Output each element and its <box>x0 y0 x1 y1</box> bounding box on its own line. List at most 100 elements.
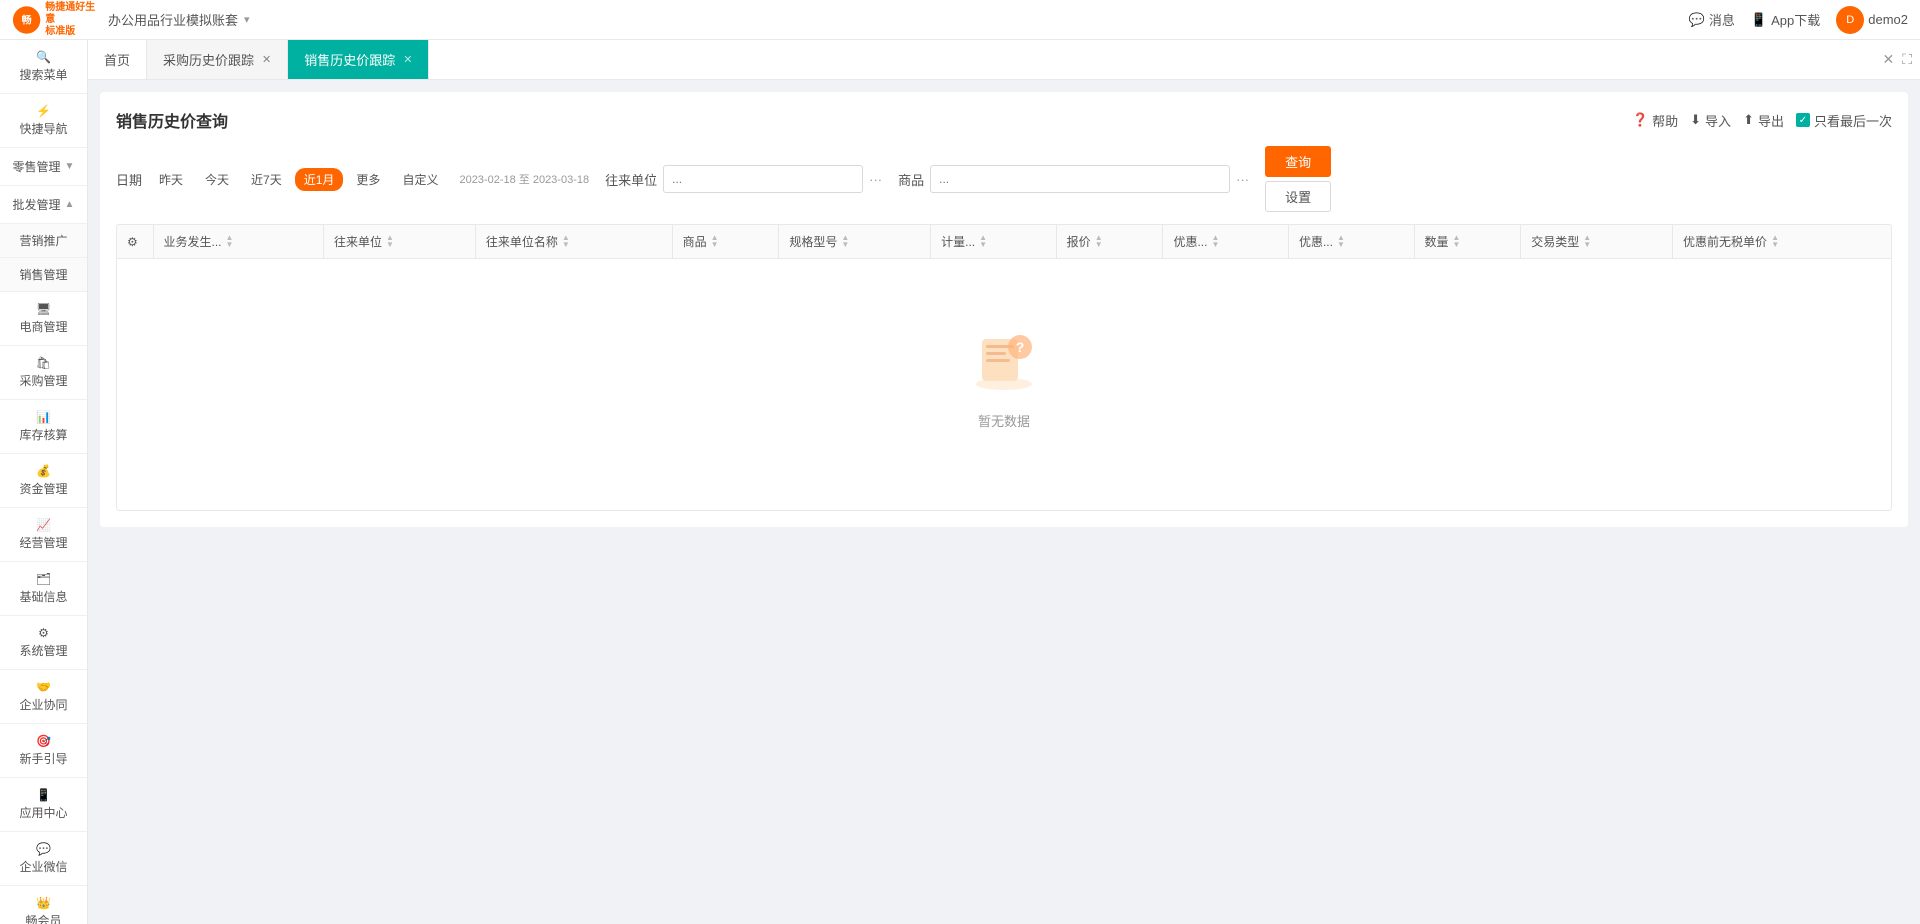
search-button[interactable]: 查询 <box>1265 146 1331 177</box>
enterprise-icon: 🤝 <box>36 680 51 694</box>
close-all-btn[interactable]: ✕ <box>1882 51 1894 68</box>
ecommerce-icon: 🖥 <box>36 302 51 316</box>
wechat-icon: 💬 <box>36 842 51 856</box>
empty-state-icon: ? <box>964 319 1044 399</box>
finance-icon: 💰 <box>36 464 51 478</box>
counterpart-more-icon[interactable]: ··· <box>869 172 882 187</box>
counterpart-input[interactable] <box>663 165 863 193</box>
th-price[interactable]: 报价 ▲▼ <box>1056 225 1163 259</box>
app-center-icon: 📱 <box>36 788 51 802</box>
th-unit[interactable]: 计量... ▲▼ <box>931 225 1057 259</box>
search-icon: 🔍 <box>36 50 51 64</box>
fullscreen-btn[interactable]: ⛶ <box>1902 51 1912 68</box>
goods-input[interactable] <box>930 165 1230 193</box>
header-title: 办公用品行业模拟账套 <box>108 10 238 29</box>
th-discount2[interactable]: 优惠... ▲▼ <box>1288 225 1414 259</box>
top-header: 畅 畅捷通好生意 标准版 办公用品行业模拟账套 ▾ 💬 消息 📱 App下载 D… <box>0 0 1920 40</box>
th-counterpart-code[interactable]: 往来单位 ▲▼ <box>324 225 476 259</box>
sidebar-item-inventory[interactable]: 📊 库存核算 <box>0 400 87 454</box>
svg-text:?: ? <box>1016 339 1025 355</box>
logo-icon: 畅 <box>12 4 41 36</box>
date-btn-today[interactable]: 今天 <box>196 168 238 191</box>
sidebar-item-system[interactable]: ⚙ 系统管理 <box>0 616 87 670</box>
date-options: 昨天 今天 近7天 近1月 更多 自定义 <box>150 168 447 191</box>
chevron-up-icon: ▲ <box>65 199 75 210</box>
action-buttons: 查询 设置 <box>1265 146 1331 212</box>
tab-bar-right: ✕ ⛶ <box>1874 40 1920 79</box>
th-quantity[interactable]: 数量 ▲▼ <box>1414 225 1521 259</box>
sidebar-item-enterprise[interactable]: 🤝 企业协同 <box>0 670 87 724</box>
page-title-actions: ❓ 帮助 ⬇ 导入 ⬆ 导出 ✓ 只看最后一次 <box>1632 111 1892 130</box>
tab-purchase[interactable]: 采购历史价跟踪 ✕ <box>147 40 288 79</box>
page-title-row: 销售历史价查询 ❓ 帮助 ⬇ 导入 ⬆ 导出 <box>116 108 1892 132</box>
settings-button[interactable]: 设置 <box>1265 181 1331 212</box>
import-icon: ⬇ <box>1690 112 1701 128</box>
chevron-down-icon: ▼ <box>65 161 75 172</box>
tab-close-sales[interactable]: ✕ <box>403 53 412 66</box>
dropdown-icon[interactable]: ▾ <box>244 13 250 26</box>
gear-icon[interactable]: ⚙ <box>127 235 138 249</box>
sidebar-item-member[interactable]: 👑 畅会员 <box>0 886 87 924</box>
sidebar-item-wechat[interactable]: 💬 企业微信 <box>0 832 87 886</box>
system-icon: ⚙ <box>38 626 49 640</box>
empty-state: ? 暂无数据 <box>117 259 1891 510</box>
logo-text: 畅捷通好生意 标准版 <box>45 2 100 38</box>
sidebar-item-basic-info[interactable]: 🗂 基础信息 <box>0 562 87 616</box>
goods-label: 商品 <box>898 170 924 189</box>
th-counterpart-name[interactable]: 往来单位名称 ▲▼ <box>475 225 672 259</box>
sidebar: 🔍 搜索菜单 ⚡ 快捷导航 零售管理 ▼ 批发管理 ▲ 营销推广 销售管理 🖥 … <box>0 40 88 924</box>
goods-more-icon[interactable]: ··· <box>1236 172 1249 187</box>
counterpart-filter-group: 往来单位 ··· <box>605 165 882 193</box>
message-btn[interactable]: 💬 消息 <box>1689 10 1735 29</box>
quick-nav-icon: ⚡ <box>36 104 51 118</box>
date-btn-1month[interactable]: 近1月 <box>295 168 344 191</box>
message-icon: 💬 <box>1689 12 1705 28</box>
inventory-icon: 📊 <box>36 410 51 424</box>
th-discount1[interactable]: 优惠... ▲▼ <box>1163 225 1289 259</box>
filter-row: 日期 昨天 今天 近7天 近1月 更多 自定义 2023-02-18 至 202… <box>116 146 1892 212</box>
import-btn[interactable]: ⬇ 导入 <box>1690 111 1731 130</box>
tab-sales[interactable]: 销售历史价跟踪 ✕ <box>288 40 429 79</box>
th-spec[interactable]: 规格型号 ▲▼ <box>779 225 931 259</box>
sidebar-item-wholesale[interactable]: 批发管理 ▲ <box>0 186 87 224</box>
date-btn-custom[interactable]: 自定义 <box>393 168 447 191</box>
sidebar-item-purchase[interactable]: 🛍 采购管理 <box>0 346 87 400</box>
tab-close-purchase[interactable]: ✕ <box>262 53 271 66</box>
sidebar-item-newbie[interactable]: 🎯 新手引导 <box>0 724 87 778</box>
content-area: 首页 采购历史价跟踪 ✕ 销售历史价跟踪 ✕ ✕ ⛶ 销售历史价查询 <box>88 40 1920 924</box>
th-goods[interactable]: 商品 ▲▼ <box>672 225 779 259</box>
help-btn[interactable]: ❓ 帮助 <box>1632 111 1678 130</box>
avatar: D <box>1836 6 1864 34</box>
th-biz-date[interactable]: 业务发生... ▲▼ <box>153 225 324 259</box>
goods-filter-group: 商品 ··· <box>898 165 1249 193</box>
only-last-checkbox[interactable]: ✓ <box>1796 113 1810 127</box>
only-last-checkbox-label[interactable]: ✓ 只看最后一次 <box>1796 111 1892 130</box>
sidebar-item-search-menu[interactable]: 🔍 搜索菜单 <box>0 40 87 94</box>
header-right: 💬 消息 📱 App下载 D demo2 <box>1689 6 1908 34</box>
sidebar-sub-item-sales-mgmt[interactable]: 销售管理 <box>0 258 87 292</box>
purchase-icon: 🛍 <box>36 356 51 370</box>
member-icon: 👑 <box>36 896 51 910</box>
export-btn[interactable]: ⬆ 导出 <box>1743 111 1784 130</box>
page-title: 销售历史价查询 <box>116 108 228 132</box>
data-table: ⚙ 业务发生... ▲▼ 往来 <box>117 225 1891 259</box>
sidebar-item-retail[interactable]: 零售管理 ▼ <box>0 148 87 186</box>
newbie-icon: 🎯 <box>36 734 51 748</box>
page-content: 销售历史价查询 ❓ 帮助 ⬇ 导入 ⬆ 导出 <box>88 80 1920 924</box>
th-trade-type[interactable]: 交易类型 ▲▼ <box>1521 225 1673 259</box>
tab-home[interactable]: 首页 <box>88 40 147 79</box>
date-btn-yesterday[interactable]: 昨天 <box>150 168 192 191</box>
user-menu[interactable]: D demo2 <box>1836 6 1908 34</box>
operations-icon: 📈 <box>36 518 51 532</box>
th-pre-tax-price[interactable]: 优惠前无税单价 ▲▼ <box>1673 225 1891 259</box>
date-btn-more[interactable]: 更多 <box>347 168 389 191</box>
sidebar-item-app-center[interactable]: 📱 应用中心 <box>0 778 87 832</box>
sidebar-item-finance[interactable]: 💰 资金管理 <box>0 454 87 508</box>
sidebar-item-quick-nav[interactable]: ⚡ 快捷导航 <box>0 94 87 148</box>
sidebar-item-operations[interactable]: 📈 经营管理 <box>0 508 87 562</box>
sidebar-sub-item-marketing[interactable]: 营销推广 <box>0 224 87 258</box>
table-header-row: ⚙ 业务发生... ▲▼ 往来 <box>117 225 1891 259</box>
sidebar-item-ecommerce[interactable]: 🖥 电商管理 <box>0 292 87 346</box>
app-download-btn[interactable]: 📱 App下载 <box>1751 10 1820 29</box>
date-btn-7days[interactable]: 近7天 <box>242 168 291 191</box>
